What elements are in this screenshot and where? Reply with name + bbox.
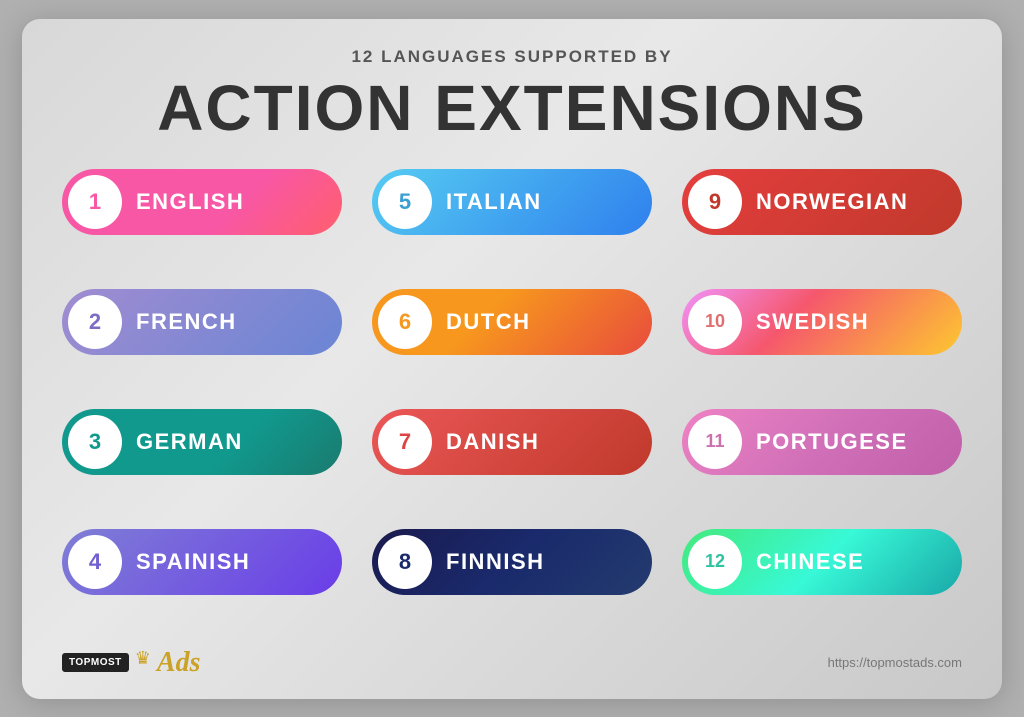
lang-label-norwegian: NORWEGIAN: [756, 189, 908, 215]
lang-number-3: 3: [68, 415, 122, 469]
lang-label-french: FRENCH: [136, 309, 237, 335]
lang-label-german: GERMAN: [136, 429, 243, 455]
lang-item-danish: 7 DANISH: [372, 409, 652, 475]
logo-topmost: TOPMOST: [62, 653, 129, 672]
lang-item-spainish: 4 SPAINISH: [62, 529, 342, 595]
logo-area: TOPMOST ♛ Ads: [62, 647, 200, 679]
lang-label-english: ENGLISH: [136, 189, 244, 215]
lang-number-2: 2: [68, 295, 122, 349]
lang-item-dutch: 6 DUTCH: [372, 289, 652, 355]
lang-item-french: 2 FRENCH: [62, 289, 342, 355]
subtitle: 12 LANGUAGES SUPPORTED BY: [351, 47, 672, 67]
lang-label-spainish: SPAINISH: [136, 549, 250, 575]
lang-label-swedish: SWEDISH: [756, 309, 869, 335]
language-grid: 1 ENGLISH 5 ITALIAN 9 NORWEGIAN 2 FRENCH 6 DUTCH 1…: [62, 169, 962, 635]
main-title: ACTION EXTENSIONS: [157, 71, 867, 145]
lang-number-4: 4: [68, 535, 122, 589]
lang-label-danish: DANISH: [446, 429, 539, 455]
lang-label-dutch: DUTCH: [446, 309, 531, 335]
lang-label-finnish: FINNISH: [446, 549, 545, 575]
lang-item-swedish: 10 SWEDISH: [682, 289, 962, 355]
lang-number-7: 7: [378, 415, 432, 469]
lang-number-10: 10: [688, 295, 742, 349]
lang-item-norwegian: 9 NORWEGIAN: [682, 169, 962, 235]
lang-item-italian: 5 ITALIAN: [372, 169, 652, 235]
lang-item-english: 1 ENGLISH: [62, 169, 342, 235]
lang-number-9: 9: [688, 175, 742, 229]
lang-number-12: 12: [688, 535, 742, 589]
lang-item-chinese: 12 CHINESE: [682, 529, 962, 595]
lang-number-8: 8: [378, 535, 432, 589]
lang-number-6: 6: [378, 295, 432, 349]
lang-number-5: 5: [378, 175, 432, 229]
lang-number-1: 1: [68, 175, 122, 229]
logo-ads: Ads: [157, 647, 201, 679]
lang-item-german: 3 GERMAN: [62, 409, 342, 475]
lang-label-italian: ITALIAN: [446, 189, 542, 215]
footer: TOPMOST ♛ Ads https://topmostads.com: [62, 647, 962, 679]
main-card: 12 LANGUAGES SUPPORTED BY ACTION EXTENSI…: [22, 19, 1002, 699]
lang-number-11: 11: [688, 415, 742, 469]
lang-label-chinese: CHINESE: [756, 549, 864, 575]
lang-item-finnish: 8 FINNISH: [372, 529, 652, 595]
crown-icon: ♛: [135, 648, 151, 669]
lang-item-portugese: 11 PORTUGESE: [682, 409, 962, 475]
lang-label-portugese: PORTUGESE: [756, 429, 908, 455]
website-url: https://topmostads.com: [828, 655, 962, 670]
